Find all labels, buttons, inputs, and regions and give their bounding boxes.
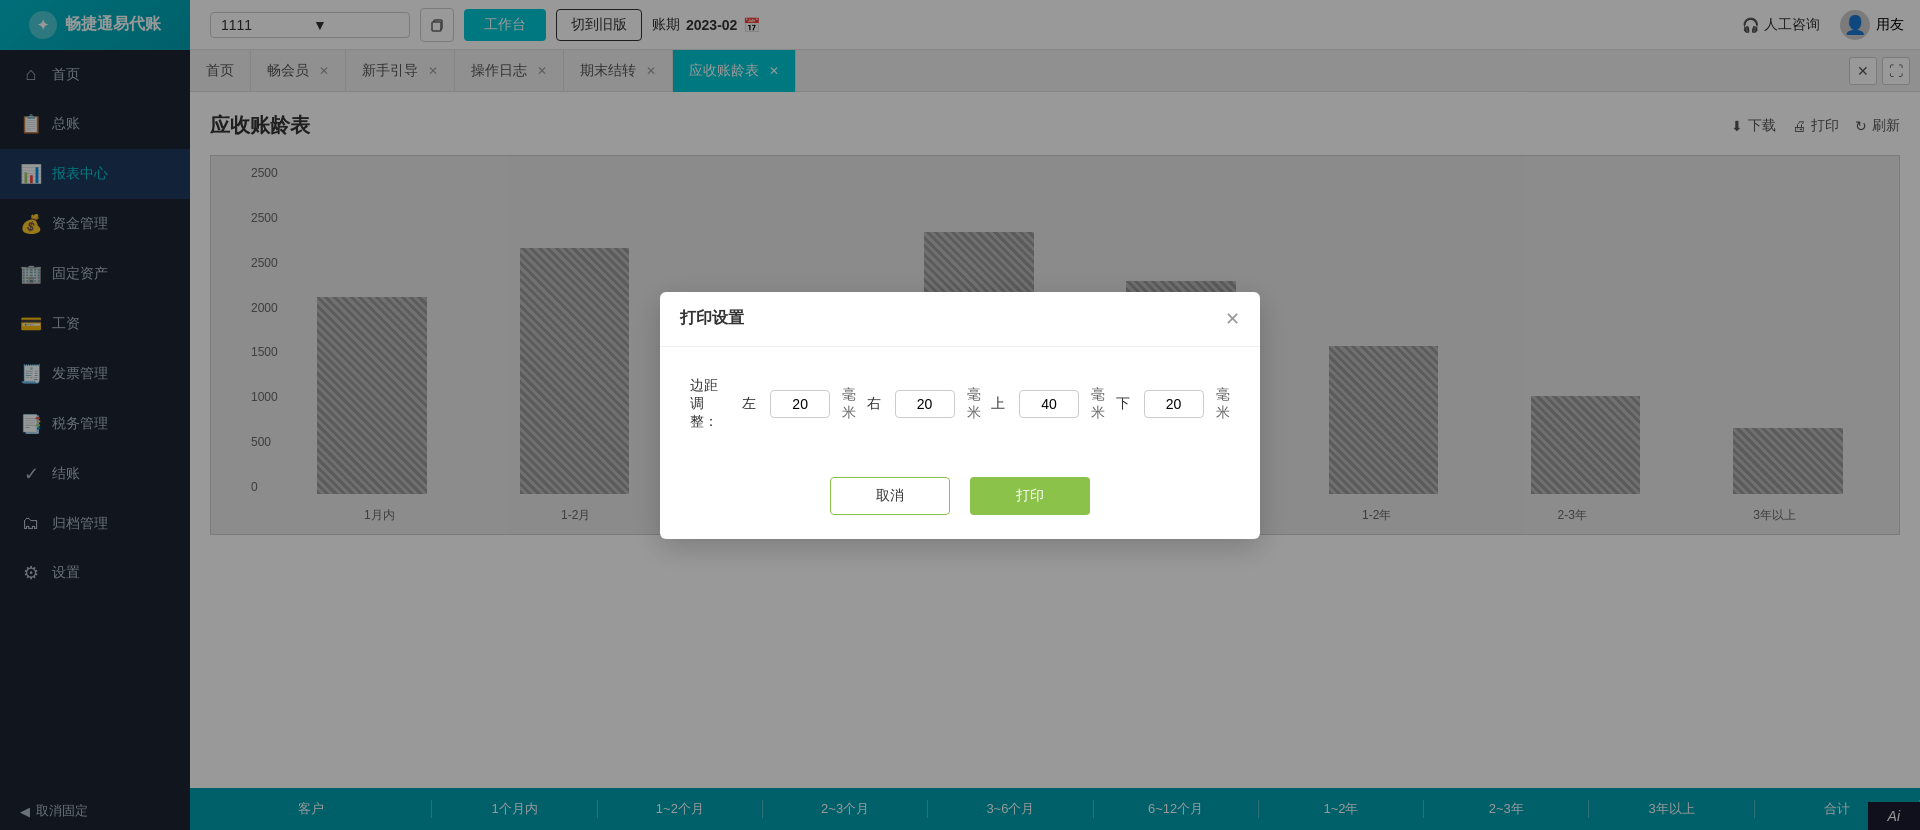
left-unit: 毫米 xyxy=(842,386,856,422)
bottom-direction-label: 下 xyxy=(1116,395,1130,413)
cancel-button[interactable]: 取消 xyxy=(830,477,950,515)
right-direction-label: 右 xyxy=(867,395,881,413)
modal-title: 打印设置 xyxy=(680,308,744,329)
confirm-print-button[interactable]: 打印 xyxy=(970,477,1090,515)
margin-label: 边距调整： xyxy=(690,377,726,431)
print-settings-modal: 打印设置 ✕ 边距调整： 左 毫米 右 毫米 上 毫米 下 毫米 取消 打印 xyxy=(660,292,1260,539)
top-unit: 毫米 xyxy=(1091,386,1105,422)
right-margin-input[interactable] xyxy=(895,390,955,418)
right-unit: 毫米 xyxy=(967,386,981,422)
bottom-margin-input[interactable] xyxy=(1144,390,1204,418)
modal-overlay: 打印设置 ✕ 边距调整： 左 毫米 右 毫米 上 毫米 下 毫米 取消 打印 xyxy=(0,0,1920,830)
bottom-unit: 毫米 xyxy=(1216,386,1230,422)
left-direction-label: 左 xyxy=(742,395,756,413)
modal-close-button[interactable]: ✕ xyxy=(1225,308,1240,330)
modal-body: 边距调整： 左 毫米 右 毫米 上 毫米 下 毫米 xyxy=(660,347,1260,461)
left-margin-input[interactable] xyxy=(770,390,830,418)
modal-header: 打印设置 ✕ xyxy=(660,292,1260,347)
top-margin-input[interactable] xyxy=(1019,390,1079,418)
modal-footer: 取消 打印 xyxy=(660,461,1260,539)
top-direction-label: 上 xyxy=(991,395,1005,413)
